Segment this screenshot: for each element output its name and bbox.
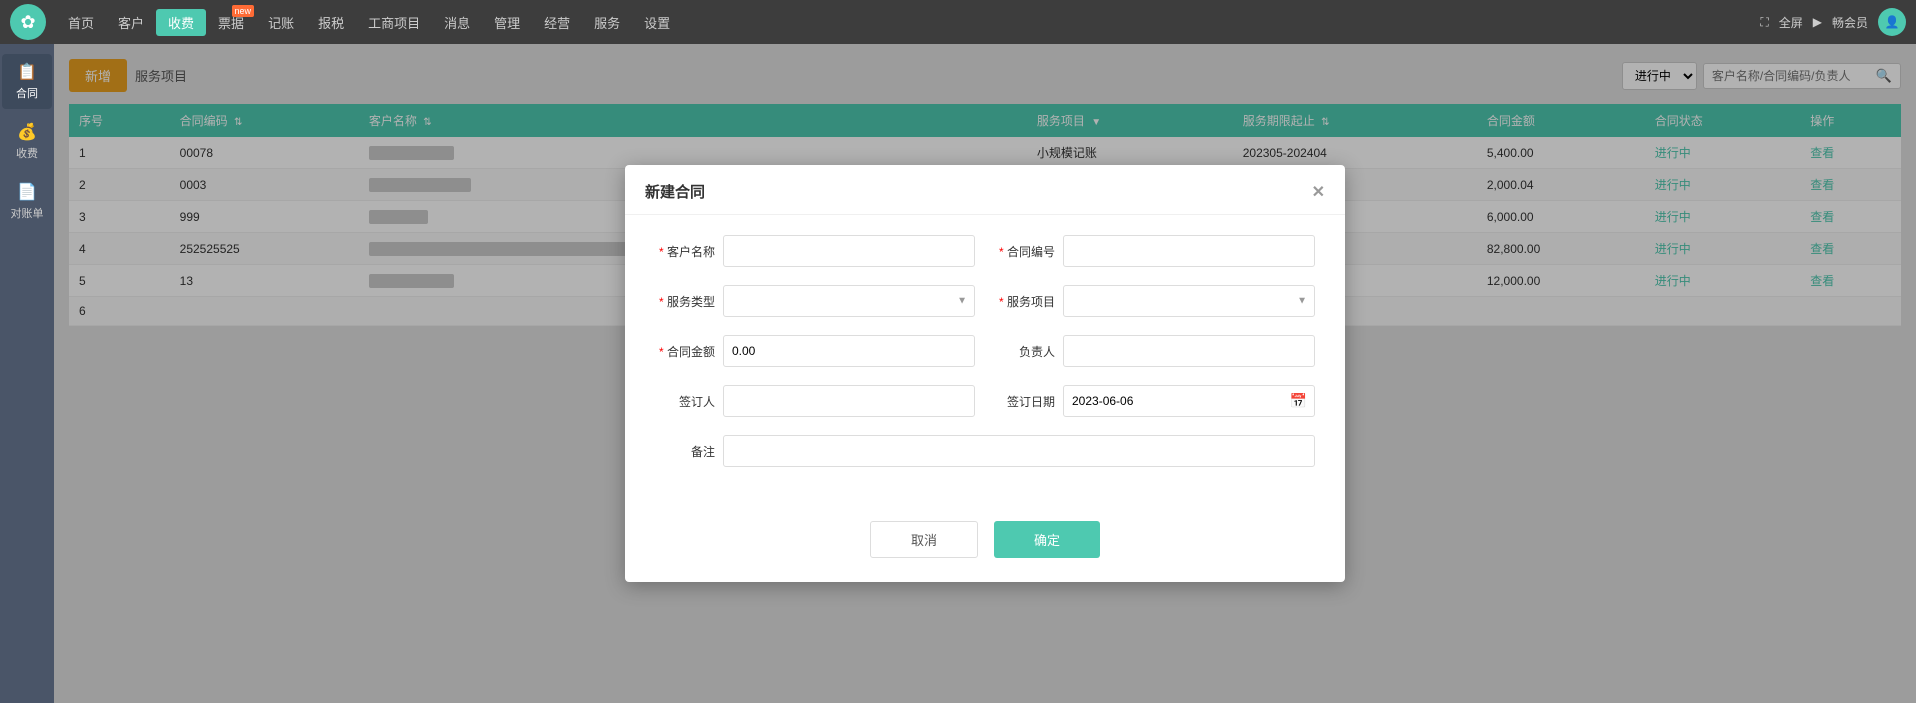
form-group-service-item: 服务项目 ▼ xyxy=(995,285,1315,317)
play-icon: ▶ xyxy=(1813,15,1822,29)
contract-icon: 📋 xyxy=(17,62,37,82)
nav-customer[interactable]: 客户 xyxy=(106,9,156,36)
new-contract-modal: 新建合同 ✕ 客户名称 合同编号 xyxy=(625,165,1345,582)
form-group-amount: 合同金额 xyxy=(655,335,975,367)
form-group-signer: 签订人 xyxy=(655,385,975,417)
modal-body: 客户名称 合同编号 服务类型 xyxy=(625,215,1345,505)
sidebar-billing-label: 收费 xyxy=(16,145,38,161)
form-group-remark: 备注 xyxy=(655,435,1315,467)
signer-label: 签订人 xyxy=(655,393,715,410)
nav-service[interactable]: 服务 xyxy=(582,9,632,36)
reconcile-icon: 📄 xyxy=(17,182,37,202)
member-label[interactable]: 畅会员 xyxy=(1832,14,1868,31)
service-item-select-wrap: ▼ xyxy=(1063,285,1315,317)
form-group-responsible: 负责人 xyxy=(995,335,1315,367)
customer-name-input[interactable] xyxy=(723,235,975,267)
form-row-1: 客户名称 合同编号 xyxy=(655,235,1315,267)
form-group-customer: 客户名称 xyxy=(655,235,975,267)
billing-icon: 💰 xyxy=(17,122,37,142)
fullscreen-label[interactable]: 全屏 xyxy=(1779,14,1803,31)
form-row-4: 签订人 签订日期 📅 xyxy=(655,385,1315,417)
nav-business[interactable]: 工商项目 xyxy=(356,9,432,36)
amount-input[interactable] xyxy=(723,335,975,367)
nav-items: 首页 客户 收费 票据 new 记账 报税 工商项目 消息 管理 经营 服务 设… xyxy=(56,9,1760,36)
nav-tax[interactable]: 报税 xyxy=(306,9,356,36)
nav-billing[interactable]: 收费 xyxy=(156,9,206,36)
sidebar-item-reconcile[interactable]: 📄 对账单 xyxy=(2,174,52,229)
form-row-5: 备注 xyxy=(655,435,1315,467)
service-item-label: 服务项目 xyxy=(995,293,1055,310)
contract-no-input[interactable] xyxy=(1063,235,1315,267)
amount-label: 合同金额 xyxy=(655,343,715,360)
remark-input[interactable] xyxy=(723,435,1315,467)
nav-operation[interactable]: 经营 xyxy=(532,9,582,36)
nav-settings[interactable]: 设置 xyxy=(632,9,682,36)
cancel-button[interactable]: 取消 xyxy=(870,521,978,558)
app-logo: ✿ xyxy=(10,4,46,40)
modal-header: 新建合同 ✕ xyxy=(625,165,1345,215)
sign-date-input[interactable] xyxy=(1063,385,1315,417)
nav-home[interactable]: 首页 xyxy=(56,9,106,36)
nav-right: ⛶ 全屏 ▶ 畅会员 👤 xyxy=(1760,8,1906,36)
form-row-2: 服务类型 ▼ 服务项目 xyxy=(655,285,1315,317)
modal-footer: 取消 确定 xyxy=(625,505,1345,582)
sign-date-label: 签订日期 xyxy=(995,393,1055,410)
service-type-select-wrap: ▼ xyxy=(723,285,975,317)
form-row-3: 合同金额 负责人 xyxy=(655,335,1315,367)
sidebar-item-billing[interactable]: 💰 收费 xyxy=(2,114,52,169)
service-item-select[interactable] xyxy=(1063,285,1315,317)
form-group-service-type: 服务类型 ▼ xyxy=(655,285,975,317)
sidebar: 📋 合同 💰 收费 📄 对账单 xyxy=(0,44,54,703)
sign-date-wrap: 📅 xyxy=(1063,385,1315,417)
confirm-button[interactable]: 确定 xyxy=(994,521,1100,558)
nav-manage[interactable]: 管理 xyxy=(482,9,532,36)
responsible-label: 负责人 xyxy=(995,343,1055,360)
sidebar-contract-label: 合同 xyxy=(16,85,38,101)
form-group-sign-date: 签订日期 📅 xyxy=(995,385,1315,417)
remark-label: 备注 xyxy=(655,443,715,460)
signer-input[interactable] xyxy=(723,385,975,417)
sidebar-item-contract[interactable]: 📋 合同 xyxy=(2,54,52,109)
modal-title: 新建合同 xyxy=(645,181,705,202)
service-type-label: 服务类型 xyxy=(655,293,715,310)
content-area: 新增 服务项目 进行中 已完成 已取消 🔍 序号 合同 xyxy=(54,44,1916,703)
form-group-contract-no: 合同编号 xyxy=(995,235,1315,267)
responsible-input[interactable] xyxy=(1063,335,1315,367)
nav-ticket[interactable]: 票据 new xyxy=(206,9,256,36)
new-badge: new xyxy=(232,5,255,17)
nav-account[interactable]: 记账 xyxy=(256,9,306,36)
nav-message[interactable]: 消息 xyxy=(432,9,482,36)
fullscreen-icon[interactable]: ⛶ xyxy=(1760,15,1768,30)
contract-no-label: 合同编号 xyxy=(995,243,1055,260)
avatar[interactable]: 👤 xyxy=(1878,8,1906,36)
customer-name-label: 客户名称 xyxy=(655,243,715,260)
sidebar-reconcile-label: 对账单 xyxy=(11,205,44,221)
main-layout: 📋 合同 💰 收费 📄 对账单 新增 服务项目 进行中 已完成 已取消 xyxy=(0,44,1916,703)
modal-close-button[interactable]: ✕ xyxy=(1312,182,1325,202)
top-nav: ✿ 首页 客户 收费 票据 new 记账 报税 工商项目 消息 管理 经营 服务… xyxy=(0,0,1916,44)
modal-overlay: 新建合同 ✕ 客户名称 合同编号 xyxy=(54,44,1916,703)
service-type-select[interactable] xyxy=(723,285,975,317)
